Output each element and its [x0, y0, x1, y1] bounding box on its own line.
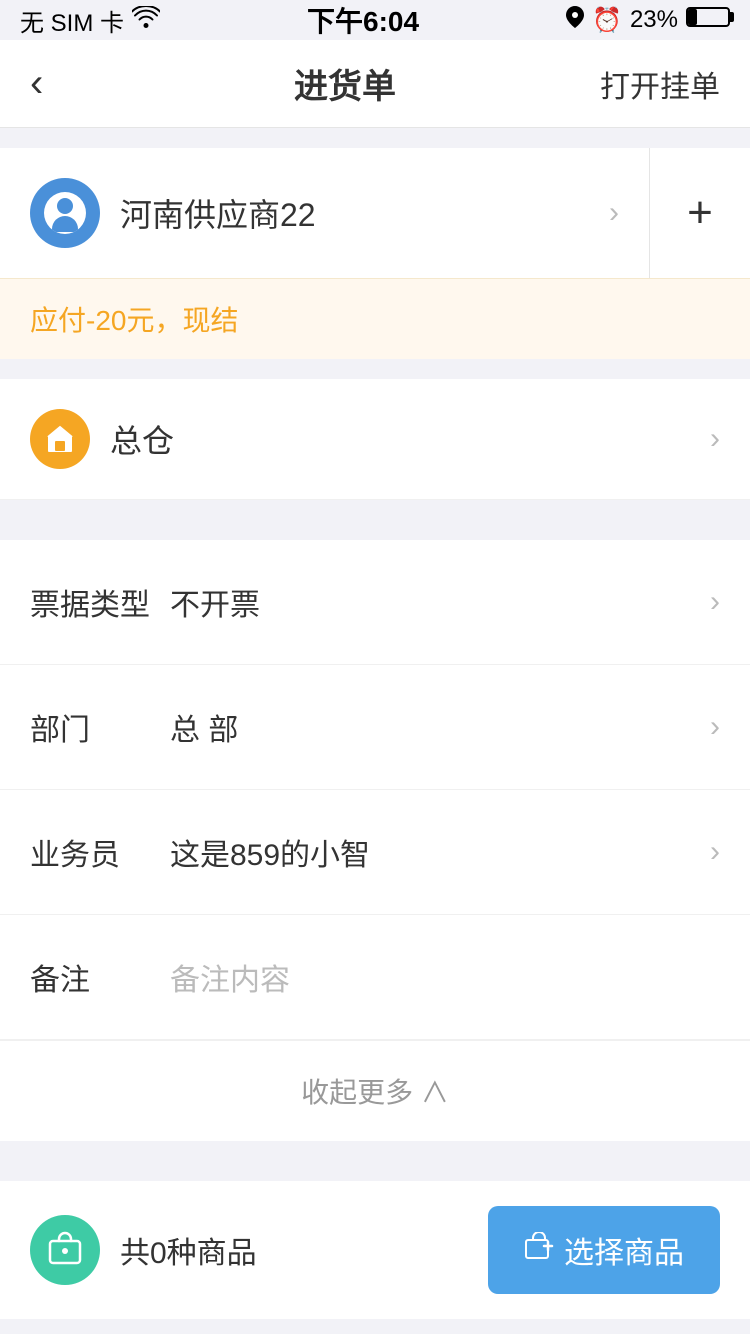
supplier-chevron-icon: ›: [609, 196, 619, 230]
status-left: 无 SIM 卡: [20, 3, 160, 38]
divider-3: [0, 500, 750, 520]
remark-input[interactable]: 备注内容: [170, 955, 720, 999]
warehouse-icon: [30, 409, 90, 469]
warehouse-row[interactable]: 总仓 ›: [0, 379, 750, 500]
status-bar: 无 SIM 卡 下午6:04 ⏰ 23%: [0, 0, 750, 40]
location-icon: [566, 6, 584, 35]
product-icon: [30, 1215, 100, 1285]
invoice-type-label: 票据类型: [30, 580, 160, 624]
salesperson-label: 业务员: [30, 830, 160, 874]
avatar-person: [46, 194, 84, 232]
invoice-chevron-icon: ›: [710, 585, 720, 619]
divider-1: [0, 128, 750, 148]
status-right: ⏰ 23%: [566, 6, 730, 35]
invoice-type-row[interactable]: 票据类型 不开票 ›: [0, 540, 750, 665]
battery-icon: [686, 6, 730, 34]
supplier-row[interactable]: 河南供应商22 ›: [0, 148, 650, 278]
warehouse-section: 总仓 ›: [0, 379, 750, 500]
battery-label: 23%: [630, 6, 678, 34]
status-time: 下午6:04: [307, 0, 419, 40]
warehouse-name: 总仓: [110, 416, 710, 462]
supplier-section: 河南供应商22 › +: [0, 148, 750, 278]
department-row[interactable]: 部门 总 部 ›: [0, 665, 750, 790]
avatar-head: [57, 198, 73, 214]
department-value: 总 部: [170, 705, 700, 749]
supplier-avatar: [30, 178, 100, 248]
avatar-body: [52, 216, 78, 232]
select-product-button[interactable]: 选择商品: [488, 1206, 720, 1294]
product-count: 共0种商品: [120, 1228, 488, 1272]
nav-bar: ‹ 进货单 打开挂单: [0, 40, 750, 128]
salesperson-value: 这是859的小智: [170, 830, 700, 874]
avatar-icon: [44, 192, 86, 234]
supplier-name: 河南供应商22: [120, 190, 609, 236]
divider-2: [0, 359, 750, 379]
divider-4: [0, 1141, 750, 1161]
bottom-bar: 共0种商品 选择商品: [0, 1181, 750, 1319]
page-title: 进货单: [294, 59, 396, 108]
department-chevron-icon: ›: [710, 710, 720, 744]
warehouse-chevron-icon: ›: [710, 422, 720, 456]
back-button[interactable]: ‹: [30, 61, 90, 106]
alarm-icon: ⏰: [592, 6, 622, 35]
select-btn-label: 选择商品: [564, 1228, 684, 1272]
department-label: 部门: [30, 705, 160, 749]
carrier-label: 无 SIM 卡: [20, 3, 124, 38]
invoice-type-value: 不开票: [170, 580, 700, 624]
collapse-button[interactable]: 收起更多 ∧: [0, 1040, 750, 1141]
open-pending-button[interactable]: 打开挂单: [600, 62, 720, 106]
notice-text: 应付-20元，现结: [30, 305, 238, 336]
wifi-icon: [132, 6, 160, 35]
select-btn-icon: [524, 1232, 554, 1269]
salesperson-chevron-icon: ›: [710, 835, 720, 869]
notice-banner: 应付-20元，现结: [0, 278, 750, 359]
salesperson-row[interactable]: 业务员 这是859的小智 ›: [0, 790, 750, 915]
remark-row[interactable]: 备注 备注内容: [0, 915, 750, 1040]
form-section: 票据类型 不开票 › 部门 总 部 › 业务员 这是859的小智 › 备注 备注…: [0, 540, 750, 1141]
remark-label: 备注: [30, 955, 160, 999]
add-supplier-button[interactable]: +: [650, 188, 750, 238]
